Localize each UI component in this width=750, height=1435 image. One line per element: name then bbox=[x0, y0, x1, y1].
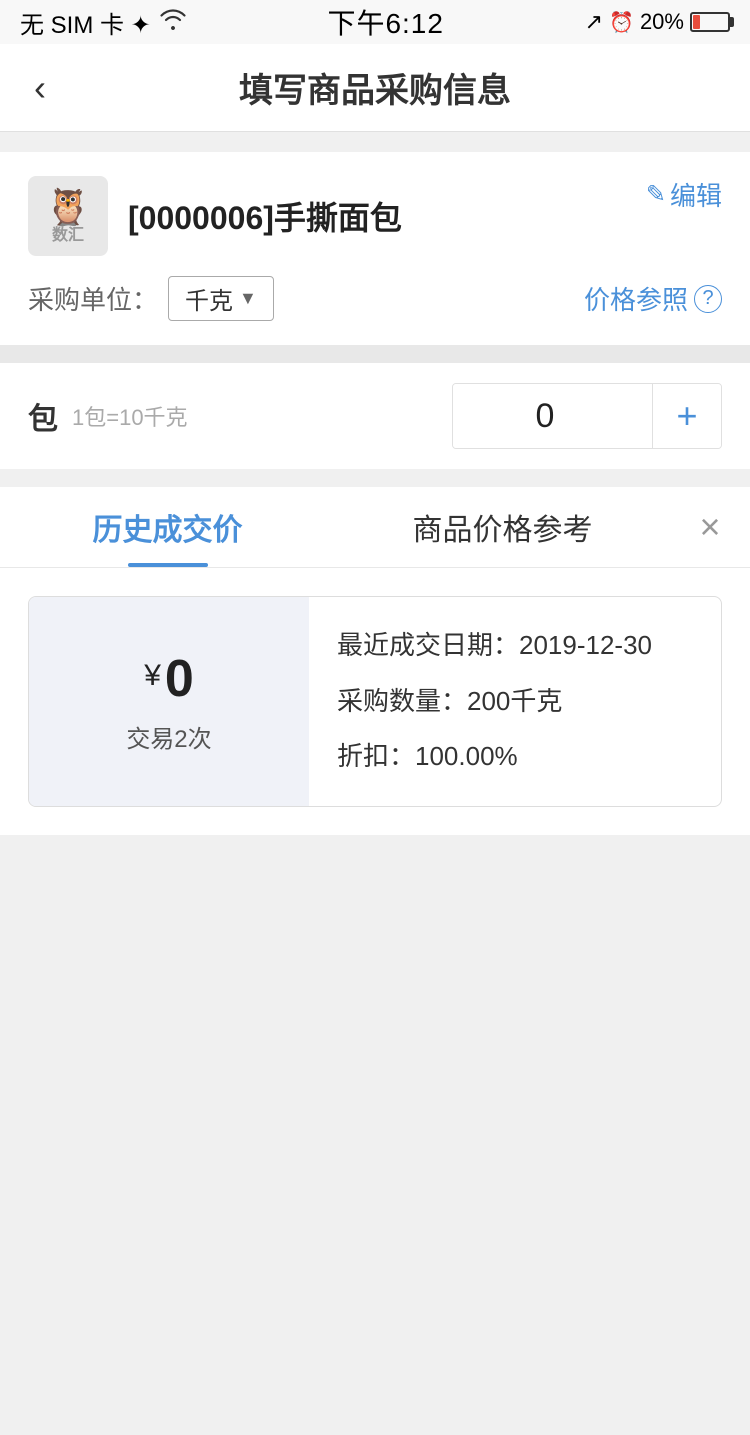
product-left: 🦉 数汇 [0000006]手撕面包 bbox=[28, 176, 402, 256]
status-time: 下午6:12 bbox=[327, 2, 444, 42]
quantity-input[interactable] bbox=[453, 384, 653, 448]
tab-historical-price[interactable]: 历史成交价 bbox=[0, 487, 335, 567]
product-thumbnail: 🦉 数汇 bbox=[28, 176, 108, 256]
status-bar: 无 SIM 卡 ✦ 下午6:12 ↗ ⏰ 20% bbox=[0, 0, 750, 44]
qty-label: 包 1包=10千克 bbox=[28, 394, 188, 438]
nav-bar: ‹ 填写商品采购信息 bbox=[0, 44, 750, 132]
product-card: 🦉 数汇 [0000006]手撕面包 ✎ 编辑 采购单位： 千克 ▼ 价格参照 … bbox=[0, 152, 750, 345]
location-icon: ↗ bbox=[585, 9, 603, 35]
trade-card-inner: ¥ 0 交易2次 最近成交日期：2019-12-30 采购数量：200千克 折扣… bbox=[28, 596, 722, 807]
trade-price-value: ¥ 0 bbox=[144, 649, 194, 709]
tabs-container: 历史成交价 商品价格参考 × bbox=[0, 487, 750, 568]
tab-product-price-ref[interactable]: 商品价格参考 bbox=[335, 487, 670, 567]
no-sim-text: 无 SIM 卡 ✦ bbox=[20, 5, 151, 40]
quantity-input-group: + bbox=[452, 383, 722, 449]
trade-recent-date-row: 最近成交日期：2019-12-30 bbox=[337, 625, 693, 667]
status-left: 无 SIM 卡 ✦ bbox=[20, 5, 187, 40]
unit-label: 采购单位： 千克 ▼ bbox=[28, 276, 274, 321]
chevron-down-icon: ▼ bbox=[239, 288, 257, 309]
alarm-icon: ⏰ bbox=[609, 10, 634, 35]
tab-active-indicator bbox=[128, 563, 208, 567]
trade-price-summary: ¥ 0 交易2次 bbox=[29, 597, 309, 806]
trade-card-section: ¥ 0 交易2次 最近成交日期：2019-12-30 采购数量：200千克 折扣… bbox=[0, 568, 750, 835]
logo-text: 数汇 bbox=[52, 227, 84, 245]
product-unit-row: 采购单位： 千克 ▼ 价格参照 ? bbox=[28, 276, 722, 321]
page-title: 填写商品采购信息 bbox=[239, 63, 511, 112]
help-icon: ? bbox=[694, 285, 722, 313]
edit-icon: ✎ bbox=[646, 180, 666, 209]
tab-close-button[interactable]: × bbox=[670, 506, 750, 548]
trade-discount-row: 折扣：100.00% bbox=[337, 736, 693, 778]
product-header: 🦉 数汇 [0000006]手撕面包 ✎ 编辑 bbox=[28, 176, 722, 256]
currency-symbol: ¥ bbox=[144, 659, 161, 693]
battery-icon bbox=[690, 12, 730, 32]
edit-button[interactable]: ✎ 编辑 bbox=[646, 176, 722, 213]
section-divider bbox=[0, 345, 750, 363]
trade-count-label: 交易2次 bbox=[126, 719, 211, 754]
logo-icon: 🦉 bbox=[46, 187, 91, 227]
trade-purchase-qty-row: 采购数量：200千克 bbox=[337, 681, 693, 723]
unit-select-button[interactable]: 千克 ▼ bbox=[168, 276, 274, 321]
quantity-plus-button[interactable]: + bbox=[653, 384, 721, 448]
battery-percent: 20% bbox=[640, 9, 684, 35]
trade-details: 最近成交日期：2019-12-30 采购数量：200千克 折扣：100.00% bbox=[309, 597, 721, 806]
product-name: [0000006]手撕面包 bbox=[128, 193, 402, 239]
status-right: ↗ ⏰ 20% bbox=[585, 9, 730, 35]
quantity-row: 包 1包=10千克 + bbox=[0, 363, 750, 469]
price-ref-button[interactable]: 价格参照 ? bbox=[584, 280, 722, 317]
tabs-header: 历史成交价 商品价格参考 × bbox=[0, 487, 750, 567]
back-button[interactable]: ‹ bbox=[24, 57, 56, 119]
wifi-icon bbox=[159, 8, 187, 37]
quantity-equiv: 1包=10千克 bbox=[72, 400, 188, 432]
quantity-unit: 包 bbox=[28, 394, 58, 438]
main-background bbox=[0, 835, 750, 1435]
